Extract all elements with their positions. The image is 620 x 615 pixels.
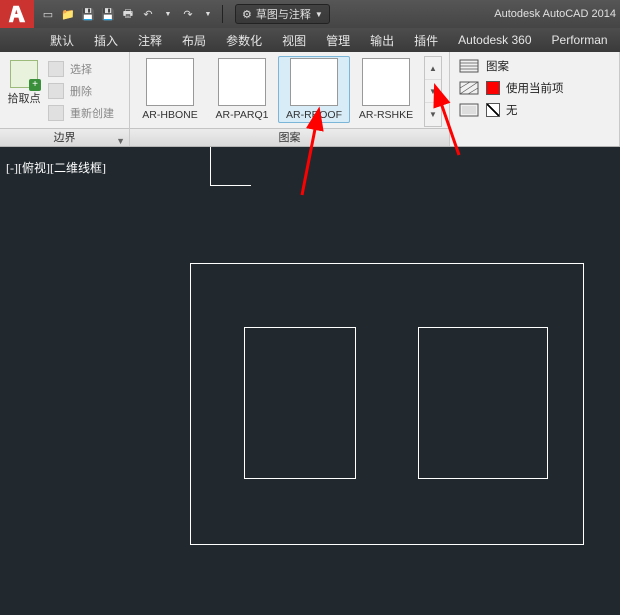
new-icon[interactable]: ▭ <box>40 6 56 22</box>
background-color-icon <box>458 102 480 118</box>
chevron-down-icon: ▼ <box>315 10 323 19</box>
tab-manage[interactable]: 管理 <box>316 29 360 52</box>
pattern-preview <box>218 58 266 106</box>
panel-patterns-title-text: 图案 <box>279 132 301 144</box>
rect-inner-left[interactable] <box>244 327 356 479</box>
gallery-scroll: ▲ ▼ ▼ <box>424 56 442 127</box>
hatch-color-icon <box>458 80 480 96</box>
tab-autodesk360[interactable]: Autodesk 360 <box>448 30 541 50</box>
pattern-ar-parq1[interactable]: AR-PARQ1 <box>206 56 278 123</box>
undo-dropdown-icon[interactable]: ▼ <box>160 6 176 22</box>
rect-inner-right[interactable] <box>418 327 548 479</box>
panel-boundary-title[interactable]: 边界 ▼ <box>0 128 129 146</box>
pattern-preview <box>362 58 410 106</box>
color-red-chip <box>486 81 500 95</box>
gear-icon: ⚙ <box>242 8 252 21</box>
pattern-label: AR-RSHKE <box>359 109 413 121</box>
app-title: Autodesk AutoCAD 2014 <box>494 8 620 20</box>
recreate-label: 重新创建 <box>70 105 114 121</box>
select-label: 选择 <box>70 61 92 77</box>
print-icon[interactable]: 🖶 <box>120 6 136 22</box>
prop-background-color[interactable]: 无 <box>454 100 615 120</box>
redo-icon[interactable]: ↷ <box>180 6 196 22</box>
pick-points-button[interactable]: + 拾取点 <box>4 56 44 128</box>
pick-points-icon: + <box>10 60 38 88</box>
color-none-chip <box>486 103 500 117</box>
panel-patterns: AR-HBONE AR-PARQ1 AR-RROOF AR-RSHKE ▲ ▼ <box>130 52 450 146</box>
hatch-pattern-icon <box>458 58 480 74</box>
workspace-label: 草图与注释 <box>256 6 311 22</box>
select-icon <box>48 61 64 77</box>
separator <box>222 5 223 23</box>
tab-performance[interactable]: Performan <box>542 30 618 50</box>
saveas-icon[interactable]: 💾 <box>100 6 116 22</box>
pattern-ar-rroof[interactable]: AR-RROOF <box>278 56 350 123</box>
delete-label: 删除 <box>70 83 92 99</box>
ribbon-tabs: 默认 插入 注释 布局 参数化 视图 管理 输出 插件 Autodesk 360… <box>0 28 620 52</box>
pattern-preview <box>290 58 338 106</box>
redo-dropdown-icon[interactable]: ▼ <box>200 6 216 22</box>
tab-default[interactable]: 默认 <box>40 29 84 52</box>
panel-patterns-title: 图案 <box>130 128 449 146</box>
pick-points-label: 拾取点 <box>8 90 41 106</box>
select-button[interactable]: 选择 <box>44 58 125 80</box>
pattern-gallery: AR-HBONE AR-PARQ1 AR-RROOF AR-RSHKE ▲ ▼ <box>134 56 442 128</box>
pattern-label: AR-PARQ1 <box>216 109 269 121</box>
prop-pattern-label: 图案 <box>486 58 509 74</box>
scroll-up-button[interactable]: ▲ <box>425 57 441 80</box>
prop-bg-label: 无 <box>506 102 518 118</box>
delete-icon <box>48 83 64 99</box>
workspace-switcher[interactable]: ⚙ 草图与注释 ▼ <box>235 4 330 24</box>
tab-view[interactable]: 视图 <box>272 29 316 52</box>
app-logo[interactable] <box>0 0 34 28</box>
pattern-ar-hbone[interactable]: AR-HBONE <box>134 56 206 123</box>
drawing-area[interactable]: [-][俯视][二维线框] <box>0 147 620 615</box>
tab-parametric[interactable]: 参数化 <box>216 29 272 52</box>
pattern-label: AR-RROOF <box>286 109 342 121</box>
panel-boundary-title-text: 边界 <box>54 132 76 144</box>
ribbon: + 拾取点 选择 删除 重新创建 边界 ▼ <box>0 52 620 147</box>
recreate-icon <box>48 105 64 121</box>
tab-output[interactable]: 输出 <box>360 29 404 52</box>
save-icon[interactable]: 💾 <box>80 6 96 22</box>
prop-color-label: 使用当前项 <box>506 80 564 96</box>
pattern-preview <box>146 58 194 106</box>
title-bar: ▭ 📁 💾 💾 🖶 ↶ ▼ ↷ ▼ ⚙ 草图与注释 ▼ Autodesk Aut… <box>0 0 620 28</box>
prop-pattern-type[interactable]: 图案 <box>454 56 615 76</box>
panel-properties-title <box>450 128 619 146</box>
tab-insert[interactable]: 插入 <box>84 29 128 52</box>
panel-properties: 图案 使用当前项 无 <box>450 52 620 146</box>
open-icon[interactable]: 📁 <box>60 6 76 22</box>
recreate-button[interactable]: 重新创建 <box>44 102 125 124</box>
tab-plugins[interactable]: 插件 <box>404 29 448 52</box>
prop-hatch-color[interactable]: 使用当前项 <box>454 78 615 98</box>
tab-annotate[interactable]: 注释 <box>128 29 172 52</box>
undo-icon[interactable]: ↶ <box>140 6 156 22</box>
tab-layout[interactable]: 布局 <box>172 29 216 52</box>
delete-button[interactable]: 删除 <box>44 80 125 102</box>
quick-access-toolbar: ▭ 📁 💾 💾 🖶 ↶ ▼ ↷ ▼ <box>34 5 231 23</box>
pattern-ar-rshke[interactable]: AR-RSHKE <box>350 56 422 123</box>
viewport-label[interactable]: [-][俯视][二维线框] <box>6 159 106 176</box>
scroll-down-button[interactable]: ▼ <box>425 80 441 103</box>
panel-boundary: + 拾取点 选择 删除 重新创建 边界 ▼ <box>0 52 130 146</box>
gallery-expand-button[interactable]: ▼ <box>425 103 441 126</box>
pattern-label: AR-HBONE <box>142 109 197 121</box>
